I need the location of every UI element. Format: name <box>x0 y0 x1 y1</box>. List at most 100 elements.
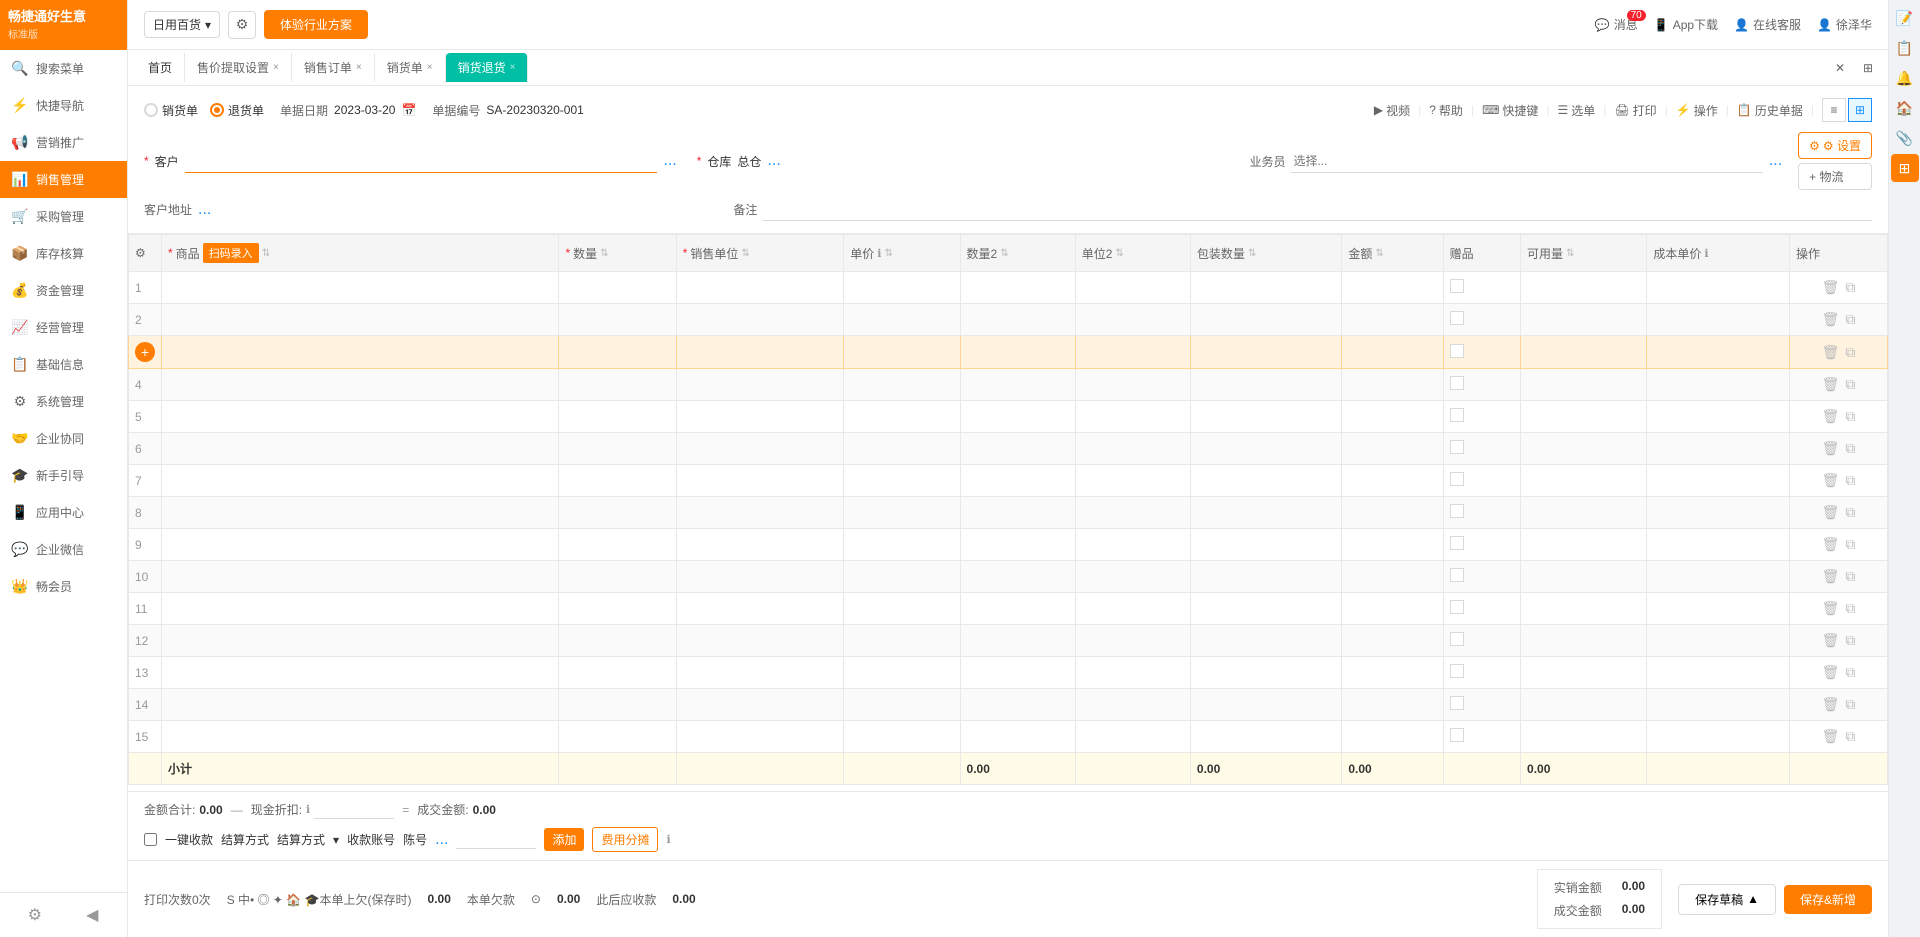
cost-cell-3[interactable] <box>1647 336 1790 369</box>
qty2-cell-8[interactable] <box>960 497 1075 529</box>
unit-cell-1[interactable] <box>676 272 844 304</box>
unit2-cell-6[interactable] <box>1075 433 1190 465</box>
sidebar-item-0[interactable]: 🔍搜索菜单 <box>0 50 127 87</box>
avail-cell-13[interactable] <box>1521 657 1647 689</box>
unit2-cell-7[interactable] <box>1075 465 1190 497</box>
unit2-cell-11[interactable] <box>1075 593 1190 625</box>
unit-cell-14[interactable] <box>676 689 844 721</box>
amount-cell-12[interactable] <box>1342 625 1443 657</box>
grid-view-btn[interactable]: ⊞ <box>1848 98 1872 122</box>
avail-cell-7[interactable] <box>1521 465 1647 497</box>
unit-cell-8[interactable] <box>676 497 844 529</box>
gift-checkbox-12[interactable] <box>1450 632 1464 646</box>
qty2-cell-1[interactable] <box>960 272 1075 304</box>
qty2-cell-4[interactable] <box>960 369 1075 401</box>
qty2-cell-5[interactable] <box>960 401 1075 433</box>
gift-checkbox-5[interactable] <box>1450 408 1464 422</box>
goods-cell-9[interactable] <box>162 529 559 561</box>
cost-cell-5[interactable] <box>1647 401 1790 433</box>
save-draft-btn[interactable]: 保存草稿 ▲ <box>1678 884 1776 915</box>
unit2-cell-9[interactable] <box>1075 529 1190 561</box>
cost-cell-14[interactable] <box>1647 689 1790 721</box>
unit2-cell-8[interactable] <box>1075 497 1190 529</box>
sidebar-item-3[interactable]: 📊销售管理 <box>0 161 127 198</box>
daily-select[interactable]: 日用百货 ▾ <box>144 11 220 38</box>
sort-icon-pkg[interactable]: ⇅ <box>1248 248 1256 259</box>
tab-close-4[interactable]: × <box>510 62 516 73</box>
sort-icon-amount[interactable]: ⇅ <box>1375 248 1383 259</box>
gift-checkbox-15[interactable] <box>1450 728 1464 742</box>
sidebar-item-6[interactable]: 💰资金管理 <box>0 272 127 309</box>
price-cell-12[interactable] <box>844 625 960 657</box>
copy-icon-13[interactable]: ⧉ <box>1845 664 1855 681</box>
goods-cell-5[interactable] <box>162 401 559 433</box>
pkg-cell-4[interactable] <box>1190 369 1341 401</box>
tab-close-2[interactable]: × <box>356 62 362 73</box>
qty-cell-7[interactable] <box>559 465 676 497</box>
amount-cell-9[interactable] <box>1342 529 1443 561</box>
price-cell-6[interactable] <box>844 433 960 465</box>
cost-cell-8[interactable] <box>1647 497 1790 529</box>
salesperson-ellipsis[interactable]: ... <box>1769 152 1782 170</box>
sort-icon-unit[interactable]: ⇅ <box>741 248 749 259</box>
sidebar-item-7[interactable]: 📈经营管理 <box>0 309 127 346</box>
price-cell-7[interactable] <box>844 465 960 497</box>
online-service-btn[interactable]: 👤 在线客服 <box>1734 16 1801 33</box>
gift-checkbox-4[interactable] <box>1450 376 1464 390</box>
video-btn[interactable]: ▶ 视频 <box>1374 102 1410 119</box>
delete-icon-7[interactable]: 🗑 <box>1822 472 1840 489</box>
cost-cell-6[interactable] <box>1647 433 1790 465</box>
sidebar-item-2[interactable]: 📢营销推广 <box>0 124 127 161</box>
gift-checkbox-2[interactable] <box>1450 311 1464 325</box>
experience-btn[interactable]: 体验行业方案 <box>264 10 368 39</box>
qty2-cell-13[interactable] <box>960 657 1075 689</box>
unit-cell-13[interactable] <box>676 657 844 689</box>
delete-icon-12[interactable]: 🗑 <box>1822 632 1840 649</box>
copy-icon-7[interactable]: ⧉ <box>1845 472 1855 489</box>
tab-close-all[interactable]: ✕ <box>1828 56 1852 80</box>
amount-cell-8[interactable] <box>1342 497 1443 529</box>
avail-cell-6[interactable] <box>1521 433 1647 465</box>
copy-icon-11[interactable]: ⧉ <box>1845 600 1855 617</box>
unit-cell-10[interactable] <box>676 561 844 593</box>
goods-cell-15[interactable] <box>162 721 559 753</box>
goods-input-3[interactable] <box>168 345 552 360</box>
sort-icon-goods[interactable]: ⇅ <box>262 248 270 259</box>
right-icon-note[interactable]: 📝 <box>1891 4 1919 32</box>
amount-cell-4[interactable] <box>1342 369 1443 401</box>
avail-cell-10[interactable] <box>1521 561 1647 593</box>
copy-icon-10[interactable]: ⧉ <box>1845 568 1855 585</box>
sort-icon-qty[interactable]: ⇅ <box>600 248 608 259</box>
qty2-cell-3[interactable] <box>960 336 1075 369</box>
pkg-cell-15[interactable] <box>1190 721 1341 753</box>
tab-0[interactable]: 首页 <box>136 53 185 82</box>
qty2-cell-14[interactable] <box>960 689 1075 721</box>
gift-checkbox-6[interactable] <box>1450 440 1464 454</box>
avail-cell-4[interactable] <box>1521 369 1647 401</box>
gift-checkbox-14[interactable] <box>1450 696 1464 710</box>
right-icon-active[interactable]: ⊞ <box>1891 154 1919 182</box>
delete-icon-4[interactable]: 🗑 <box>1822 376 1840 393</box>
delete-icon-10[interactable]: 🗑 <box>1822 568 1840 585</box>
unit-cell-3[interactable] <box>676 336 844 369</box>
goods-cell-6[interactable] <box>162 433 559 465</box>
goods-cell-4[interactable] <box>162 369 559 401</box>
copy-icon-6[interactable]: ⧉ <box>1845 440 1855 457</box>
delete-icon-8[interactable]: 🗑 <box>1822 504 1840 521</box>
qty-cell-15[interactable] <box>559 721 676 753</box>
qty-cell-1[interactable] <box>559 272 676 304</box>
cost-cell-2[interactable] <box>1647 304 1790 336</box>
cost-cell-10[interactable] <box>1647 561 1790 593</box>
price-cell-13[interactable] <box>844 657 960 689</box>
cost-cell-13[interactable] <box>1647 657 1790 689</box>
amount-input[interactable] <box>456 830 536 849</box>
cost-cell-7[interactable] <box>1647 465 1790 497</box>
pkg-cell-12[interactable] <box>1190 625 1341 657</box>
unit2-cell-5[interactable] <box>1075 401 1190 433</box>
qty-cell-13[interactable] <box>559 657 676 689</box>
avail-cell-11[interactable] <box>1521 593 1647 625</box>
shortcut-btn[interactable]: ⌨ 快捷键 <box>1482 102 1538 119</box>
qty2-cell-11[interactable] <box>960 593 1075 625</box>
qty-cell-3[interactable] <box>559 336 676 369</box>
qty-cell-10[interactable] <box>559 561 676 593</box>
